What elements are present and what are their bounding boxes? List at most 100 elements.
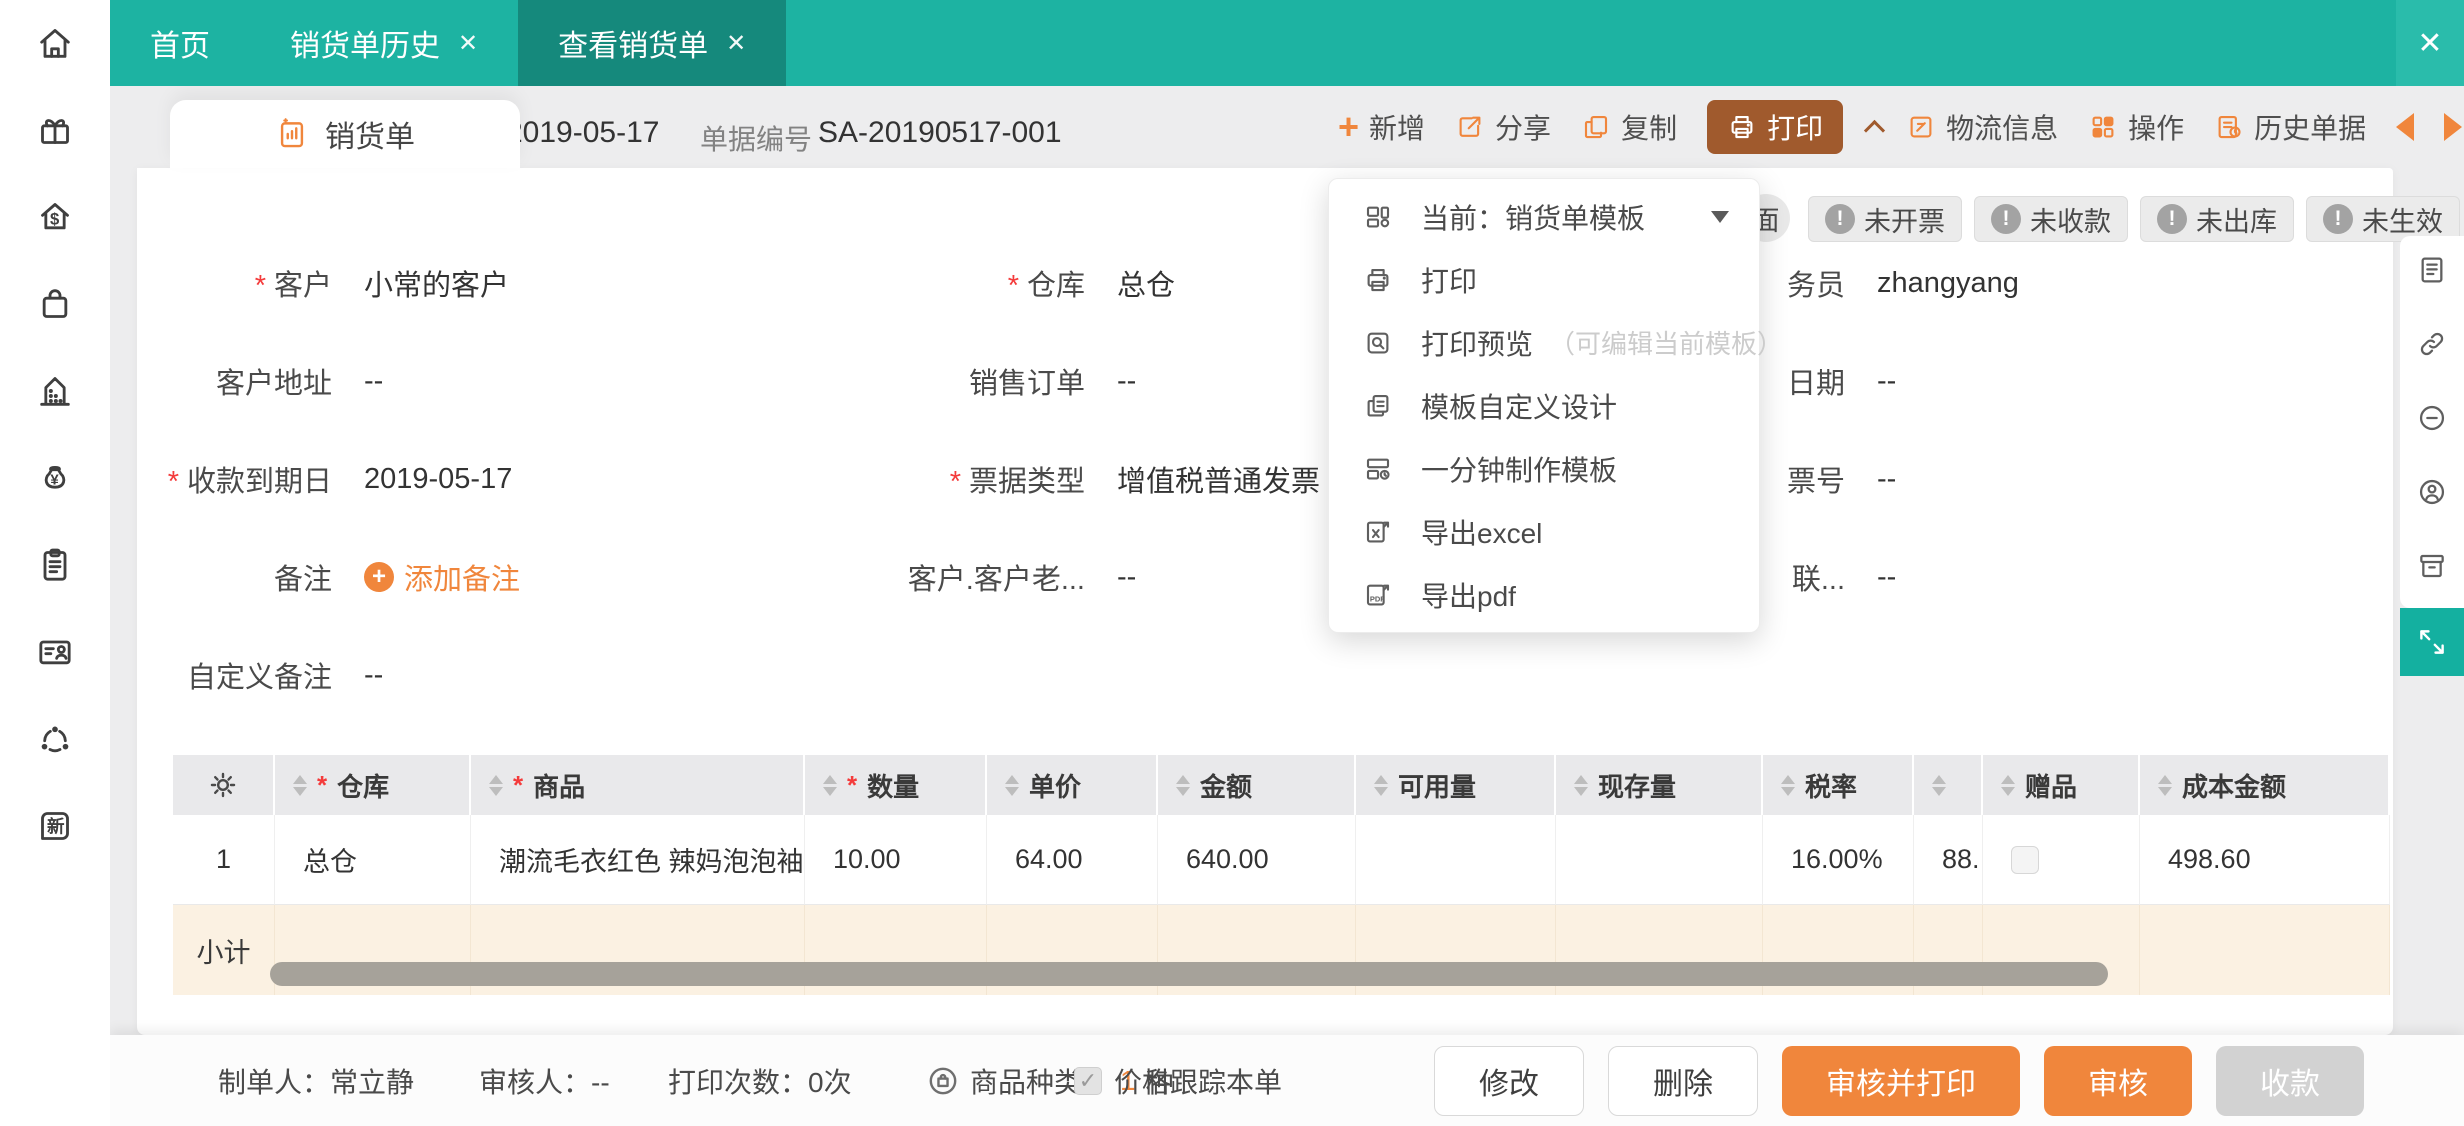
field-custom-remark-value[interactable]: -- <box>364 659 383 692</box>
close-icon[interactable]: ✕ <box>726 29 746 58</box>
menu-item-export-pdf[interactable]: PDF 导出pdf <box>1329 563 1759 626</box>
sort-icon[interactable] <box>1781 774 1795 796</box>
header-gift[interactable]: 赠品 <box>1983 755 2140 815</box>
header-product[interactable]: * 商品 <box>471 755 805 815</box>
column-settings-header[interactable] <box>173 755 275 815</box>
archive-button[interactable] <box>2416 550 2448 582</box>
field-salesman-value[interactable]: zhangyang <box>1877 267 2019 300</box>
caret-down-icon[interactable] <box>1711 210 1729 223</box>
field-customer-address-value[interactable]: -- <box>364 365 383 398</box>
operations-button[interactable]: 操作 <box>2088 107 2184 147</box>
modify-button[interactable]: 修改 <box>1434 1045 1584 1116</box>
tab-home[interactable]: 首页 <box>110 0 250 86</box>
related-link-button[interactable] <box>2416 328 2448 360</box>
row-tax-cell[interactable]: 16.00% <box>1763 815 1914 905</box>
field-due-date-value[interactable]: 2019-05-17 <box>364 463 512 496</box>
tab-sales-history[interactable]: 销货单历史 ✕ <box>250 0 518 86</box>
row-product-cell[interactable]: 潮流毛衣红色 辣妈泡泡袖 <box>471 815 805 905</box>
sort-icon[interactable] <box>293 774 307 796</box>
field-remark: 备注 + 添加备注 <box>110 528 520 626</box>
gift-checkbox[interactable] <box>2011 845 2039 874</box>
menu-item-quick-template[interactable]: 一分钟制作模板 <box>1329 437 1759 500</box>
menu-item-export-excel[interactable]: 导出excel <box>1329 500 1759 563</box>
header-truncated[interactable] <box>1914 755 1983 815</box>
customer-info-button[interactable] <box>2416 476 2448 508</box>
field-customer-custom: 客户.客户老... -- <box>907 560 1137 597</box>
check-icon: ✓ <box>1078 1067 1098 1093</box>
doc-number-value: SA-20190517-001 <box>818 116 1062 149</box>
prev-doc-arrow-icon[interactable] <box>2396 113 2415 141</box>
sort-icon[interactable] <box>489 774 503 796</box>
print-button[interactable]: 打印 <box>1707 100 1844 154</box>
sort-icon[interactable] <box>2158 774 2172 796</box>
menu-item-print-preview[interactable]: 打印预览 （可编辑当前模板） <box>1329 311 1783 374</box>
add-remark-link[interactable]: + 添加备注 <box>364 556 520 598</box>
sidebar-item-contacts[interactable] <box>34 631 76 673</box>
sidebar-item-purchase[interactable] <box>34 283 76 325</box>
shopping-bag-icon <box>42 289 68 318</box>
sort-icon[interactable] <box>1374 774 1388 796</box>
close-icon[interactable]: ✕ <box>458 29 478 58</box>
header-quantity[interactable]: * 数量 <box>805 755 987 815</box>
subtotal-cell <box>2140 905 2390 995</box>
next-doc-arrow-icon[interactable] <box>2444 113 2463 141</box>
menu-item-template-design[interactable]: 模板自定义设计 <box>1329 374 1759 437</box>
menu-item-current-template[interactable]: 当前：销货单模板 <box>1329 185 1759 248</box>
history-docs-button[interactable]: 历史单据 <box>2214 107 2366 147</box>
header-available[interactable]: 可用量 <box>1356 755 1556 815</box>
header-stock[interactable]: 现存量 <box>1556 755 1763 815</box>
sort-icon[interactable] <box>1176 774 1190 796</box>
sidebar-item-new[interactable]: 新 <box>34 805 76 847</box>
sort-icon[interactable] <box>2001 774 2015 796</box>
tab-view-sales-order[interactable]: 查看销货单 ✕ <box>518 0 787 86</box>
price-track-checkbox[interactable]: ✓ <box>1074 1066 1102 1095</box>
logistics-button[interactable]: 物流信息 <box>1906 107 2058 147</box>
tab-label: 查看销货单 <box>558 30 709 63</box>
field-contact-value[interactable]: -- <box>1877 561 1896 594</box>
sidebar-item-shop[interactable]: $ <box>34 196 76 238</box>
row-price-cell[interactable]: 64.00 <box>987 815 1158 905</box>
field-date-value[interactable]: -- <box>1877 365 1896 398</box>
menu-item-print[interactable]: 打印 <box>1329 248 1759 311</box>
print-menu-caret-icon[interactable] <box>1863 119 1886 141</box>
header-unit-price[interactable]: 单价 <box>987 755 1158 815</box>
field-sales-order-value[interactable]: -- <box>1117 365 1136 398</box>
new-button[interactable]: + 新增 <box>1338 107 1425 147</box>
copy-button[interactable]: 复制 <box>1581 107 1677 147</box>
sort-icon[interactable] <box>1574 774 1588 796</box>
row-truncated-cell: 88. <box>1914 815 1983 905</box>
row-quantity-cell[interactable]: 10.00 <box>805 815 987 905</box>
audit-button[interactable]: 审核 <box>2044 1045 2192 1116</box>
window-close-button[interactable]: ✕ <box>2396 0 2464 86</box>
header-tax-rate[interactable]: 税率 <box>1763 755 1914 815</box>
sort-icon[interactable] <box>823 774 837 796</box>
sidebar-item-orders[interactable] <box>34 544 76 586</box>
sidebar-item-gift[interactable] <box>34 109 76 151</box>
balance-button[interactable] <box>2416 402 2448 434</box>
sidebar-item-warehouse[interactable] <box>34 370 76 412</box>
sidebar-item-share[interactable] <box>34 718 76 760</box>
svg-text:$: $ <box>50 210 60 229</box>
header-amount[interactable]: 金额 <box>1158 755 1356 815</box>
field-invoice-no-value[interactable]: -- <box>1877 463 1896 496</box>
doc-type-tab[interactable]: 销货单 <box>170 100 520 168</box>
audit-and-print-button[interactable]: 审核并打印 <box>1782 1045 2020 1116</box>
field-invoice-type-value[interactable]: 增值税普通发票 <box>1117 458 1320 500</box>
share-button[interactable]: 分享 <box>1455 107 1551 147</box>
header-cost-amount[interactable]: 成本金额 <box>2140 755 2390 815</box>
sidebar-item-home[interactable] <box>34 22 76 64</box>
expand-panel-button[interactable] <box>2400 608 2464 676</box>
row-warehouse-cell[interactable]: 总仓 <box>275 815 471 905</box>
sort-icon[interactable] <box>1932 774 1946 796</box>
sort-icon[interactable] <box>1005 774 1019 796</box>
field-customer-value[interactable]: 小常的客户 <box>364 262 509 304</box>
delete-button[interactable]: 删除 <box>1608 1045 1758 1116</box>
tab-label: 销货单历史 <box>290 30 440 63</box>
sidebar-item-finance[interactable]: ¥ <box>34 457 76 499</box>
form-detail-button[interactable] <box>2416 254 2448 286</box>
receive-payment-button[interactable]: 收款 <box>2216 1045 2364 1116</box>
header-warehouse[interactable]: * 仓库 <box>275 755 471 815</box>
horizontal-scrollbar[interactable] <box>270 962 2108 986</box>
field-customer-custom-value[interactable]: -- <box>1117 561 1136 594</box>
field-warehouse-value[interactable]: 总仓 <box>1117 262 1175 304</box>
